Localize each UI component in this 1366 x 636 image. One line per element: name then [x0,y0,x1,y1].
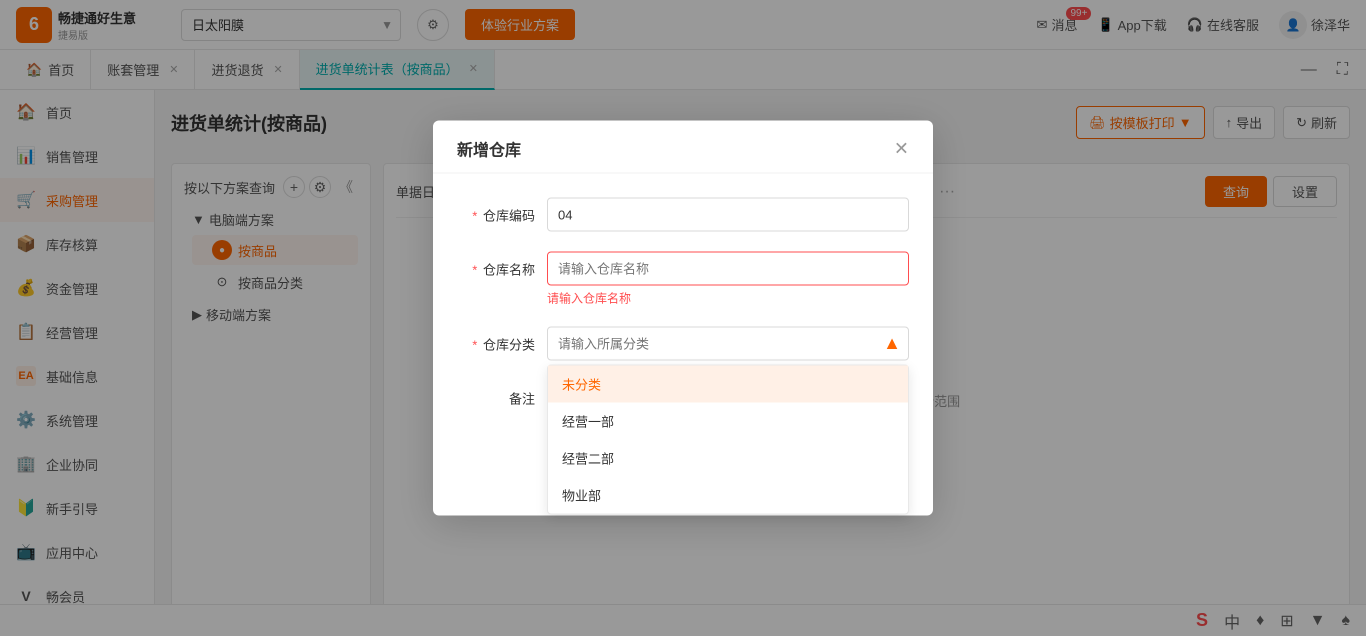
required-mark3: * [472,338,477,353]
dialog-close-button[interactable]: ✕ [894,138,909,159]
dialog-header: 新增仓库 ✕ [433,121,933,174]
required-mark: * [472,209,477,224]
form-row-name: * 仓库名称 请输入仓库名称 [457,252,909,307]
category-label: * 仓库分类 [457,327,547,354]
form-row-category: * 仓库分类 ▲ 未分类 经营一部 经营二部 物业部 [457,327,909,361]
code-input[interactable] [547,198,909,232]
dropdown-item-dept1[interactable]: 经营一部 [548,403,908,440]
category-input[interactable] [547,327,909,361]
name-field: 请输入仓库名称 [547,252,909,307]
code-label: * 仓库编码 [457,198,547,225]
name-input[interactable] [547,252,909,286]
category-arrow-icon[interactable]: ▲ [883,333,901,354]
dialog-body: * 仓库编码 * 仓库名称 请输入仓库名称 * 仓库分类 [433,174,933,460]
name-label: * 仓库名称 [457,252,547,279]
code-field [547,198,909,232]
form-row-code: * 仓库编码 [457,198,909,232]
dropdown-item-dept3[interactable]: 物业部 [548,477,908,514]
category-field: ▲ 未分类 经营一部 经营二部 物业部 [547,327,909,361]
dropdown-item-unclassified[interactable]: 未分类 [548,366,908,403]
category-dropdown: 未分类 经营一部 经营二部 物业部 [547,365,909,515]
new-warehouse-dialog: 新增仓库 ✕ * 仓库编码 * 仓库名称 请输入仓库名称 [433,121,933,516]
name-error-message: 请输入仓库名称 [547,290,909,307]
dialog-title: 新增仓库 [457,137,521,161]
required-mark2: * [472,263,477,278]
note-label: 备注 [457,381,547,408]
dropdown-item-dept2[interactable]: 经营二部 [548,440,908,477]
